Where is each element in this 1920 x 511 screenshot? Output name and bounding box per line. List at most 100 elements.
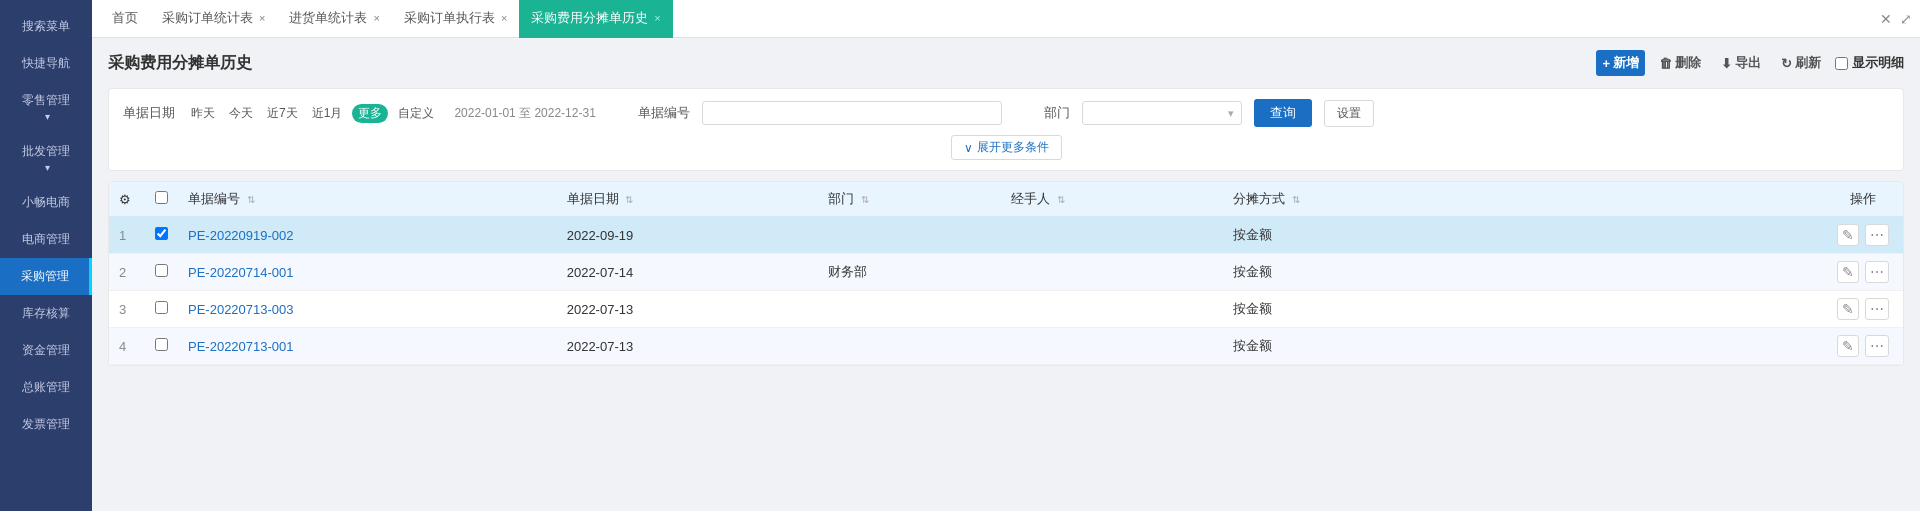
sort-handler-icon[interactable]: ⇅: [1057, 194, 1065, 205]
export-button[interactable]: ⬇ 导出: [1715, 50, 1767, 76]
content-area: 采购费用分摊单历史 + 新增 🗑 删除 ⬇ 导出 ↻ 刷新 显示明细: [92, 38, 1920, 511]
main-area: 首页 采购订单统计表 × 进货单统计表 × 采购订单执行表 × 采购费用分摊单历…: [92, 0, 1920, 511]
row-number: 1: [109, 217, 145, 254]
row-date: 2022-09-19: [557, 217, 818, 254]
settings-button[interactable]: 设置: [1324, 100, 1374, 127]
page-title: 采购费用分摊单历史: [108, 53, 252, 74]
tab-close-inbound-stats[interactable]: ×: [373, 12, 379, 24]
tab-home[interactable]: 首页: [100, 0, 150, 38]
edit-icon[interactable]: ✎: [1837, 224, 1859, 246]
row-checkbox[interactable]: [155, 301, 168, 314]
delete-button[interactable]: 🗑 删除: [1653, 50, 1707, 76]
sort-doc-no-icon[interactable]: ⇅: [247, 194, 255, 205]
row-number: 3: [109, 291, 145, 328]
row-method: 按金额: [1223, 217, 1823, 254]
row-doc-id[interactable]: PE-20220713-003: [178, 291, 557, 328]
edit-icon[interactable]: ✎: [1837, 298, 1859, 320]
row-dept: [818, 291, 1001, 328]
col-method: 分摊方式 ⇅: [1223, 182, 1823, 217]
tab-close-purchase-order-stats[interactable]: ×: [259, 12, 265, 24]
show-cols-toggle[interactable]: 显示明细: [1835, 54, 1904, 72]
more-icon[interactable]: ⋯: [1865, 298, 1889, 320]
window-close-icon[interactable]: ✕: [1880, 11, 1892, 27]
sidebar-item-ecom[interactable]: 电商管理: [0, 221, 92, 258]
row-handler: [1001, 328, 1223, 365]
row-doc-id[interactable]: PE-20220714-001: [178, 254, 557, 291]
tab-purchase-exec[interactable]: 采购订单执行表 ×: [392, 0, 519, 38]
shortcut-yesterday[interactable]: 昨天: [187, 104, 219, 123]
shortcut-1month[interactable]: 近1月: [308, 104, 347, 123]
row-actions: ✎ ⋯: [1823, 254, 1903, 291]
select-all-checkbox[interactable]: [155, 191, 168, 204]
tab-inbound-stats[interactable]: 进货单统计表 ×: [277, 0, 391, 38]
tab-purchase-fee-history[interactable]: 采购费用分摊单历史 ×: [519, 0, 672, 38]
toolbar: + 新增 🗑 删除 ⬇ 导出 ↻ 刷新 显示明细: [1596, 50, 1904, 76]
col-gear: ⚙: [109, 182, 145, 217]
table-row: 3 PE-20220713-003 2022-07-13 按金额 ✎ ⋯: [109, 291, 1903, 328]
tab-close-purchase-exec[interactable]: ×: [501, 12, 507, 24]
row-number: 4: [109, 328, 145, 365]
sidebar: 搜索菜单 快捷导航 零售管理 批发管理 小畅电商 电商管理 采购管理 库存核算 …: [0, 0, 92, 511]
sort-method-icon[interactable]: ⇅: [1292, 194, 1300, 205]
sidebar-item-wholesale[interactable]: 批发管理: [0, 133, 92, 184]
sidebar-item-ledger[interactable]: 总账管理: [0, 369, 92, 406]
doc-no-input[interactable]: [702, 101, 1002, 125]
query-button[interactable]: 查询: [1254, 99, 1312, 127]
row-date: 2022-07-13: [557, 291, 818, 328]
gear-icon[interactable]: ⚙: [119, 192, 131, 207]
date-range-display: 2022-01-01 至 2022-12-31: [454, 105, 595, 122]
col-doc-no: 单据编号 ⇅: [178, 182, 557, 217]
edit-icon[interactable]: ✎: [1837, 261, 1859, 283]
sort-date-icon[interactable]: ⇅: [625, 194, 633, 205]
row-dept: [818, 328, 1001, 365]
sidebar-item-retail[interactable]: 零售管理: [0, 82, 92, 133]
doc-no-label: 单据编号: [638, 104, 690, 122]
col-doc-no-label: 单据编号: [188, 191, 240, 206]
sidebar-item-quicknav[interactable]: 快捷导航: [0, 45, 92, 82]
shortcut-7days[interactable]: 近7天: [263, 104, 302, 123]
data-table: ⚙ 单据编号 ⇅ 单据日期 ⇅: [109, 182, 1903, 365]
row-doc-id[interactable]: PE-20220919-002: [178, 217, 557, 254]
refresh-button[interactable]: ↻ 刷新: [1775, 50, 1827, 76]
sidebar-item-search[interactable]: 搜索菜单: [0, 8, 92, 45]
expand-row: ∨ 展开更多条件: [123, 135, 1889, 160]
show-cols-checkbox[interactable]: [1835, 57, 1848, 70]
row-handler: [1001, 217, 1223, 254]
dept-select[interactable]: 财务部: [1082, 101, 1242, 125]
col-handler-label: 经手人: [1011, 191, 1050, 206]
tab-purchase-order-stats[interactable]: 采购订单统计表 ×: [150, 0, 277, 38]
window-expand-icon[interactable]: ⤢: [1900, 11, 1912, 27]
table-header-row: ⚙ 单据编号 ⇅ 单据日期 ⇅: [109, 182, 1903, 217]
shortcut-more[interactable]: 更多: [352, 104, 388, 123]
table-row: 1 PE-20220919-002 2022-09-19 按金额 ✎ ⋯: [109, 217, 1903, 254]
expand-chevron-icon: ∨: [964, 141, 973, 155]
expand-button[interactable]: ∨ 展开更多条件: [951, 135, 1062, 160]
data-table-container: ⚙ 单据编号 ⇅ 单据日期 ⇅: [108, 181, 1904, 366]
row-doc-id[interactable]: PE-20220713-001: [178, 328, 557, 365]
row-checkbox[interactable]: [155, 338, 168, 351]
row-actions: ✎ ⋯: [1823, 217, 1903, 254]
edit-icon[interactable]: ✎: [1837, 335, 1859, 357]
more-icon[interactable]: ⋯: [1865, 261, 1889, 283]
row-checkbox[interactable]: [155, 264, 168, 277]
tab-close-purchase-fee-history[interactable]: ×: [654, 12, 660, 24]
sidebar-item-inventory[interactable]: 库存核算: [0, 295, 92, 332]
sidebar-item-purchase[interactable]: 采购管理: [0, 258, 92, 295]
shortcut-custom[interactable]: 自定义: [394, 104, 438, 123]
sidebar-item-invoice[interactable]: 发票管理: [0, 406, 92, 443]
sidebar-item-ecom-small[interactable]: 小畅电商: [0, 184, 92, 221]
col-action: 操作: [1823, 182, 1903, 217]
col-action-label: 操作: [1850, 191, 1876, 206]
add-button[interactable]: + 新增: [1596, 50, 1645, 76]
sidebar-item-finance[interactable]: 资金管理: [0, 332, 92, 369]
row-dept: [818, 217, 1001, 254]
more-icon[interactable]: ⋯: [1865, 224, 1889, 246]
more-icon[interactable]: ⋯: [1865, 335, 1889, 357]
row-checkbox[interactable]: [155, 227, 168, 240]
table-row: 2 PE-20220714-001 2022-07-14 财务部 按金额 ✎ ⋯: [109, 254, 1903, 291]
export-icon: ⬇: [1721, 56, 1732, 71]
table-body: 1 PE-20220919-002 2022-09-19 按金额 ✎ ⋯ 2 P…: [109, 217, 1903, 365]
shortcut-today[interactable]: 今天: [225, 104, 257, 123]
date-label: 单据日期: [123, 104, 175, 122]
sort-dept-icon[interactable]: ⇅: [861, 194, 869, 205]
